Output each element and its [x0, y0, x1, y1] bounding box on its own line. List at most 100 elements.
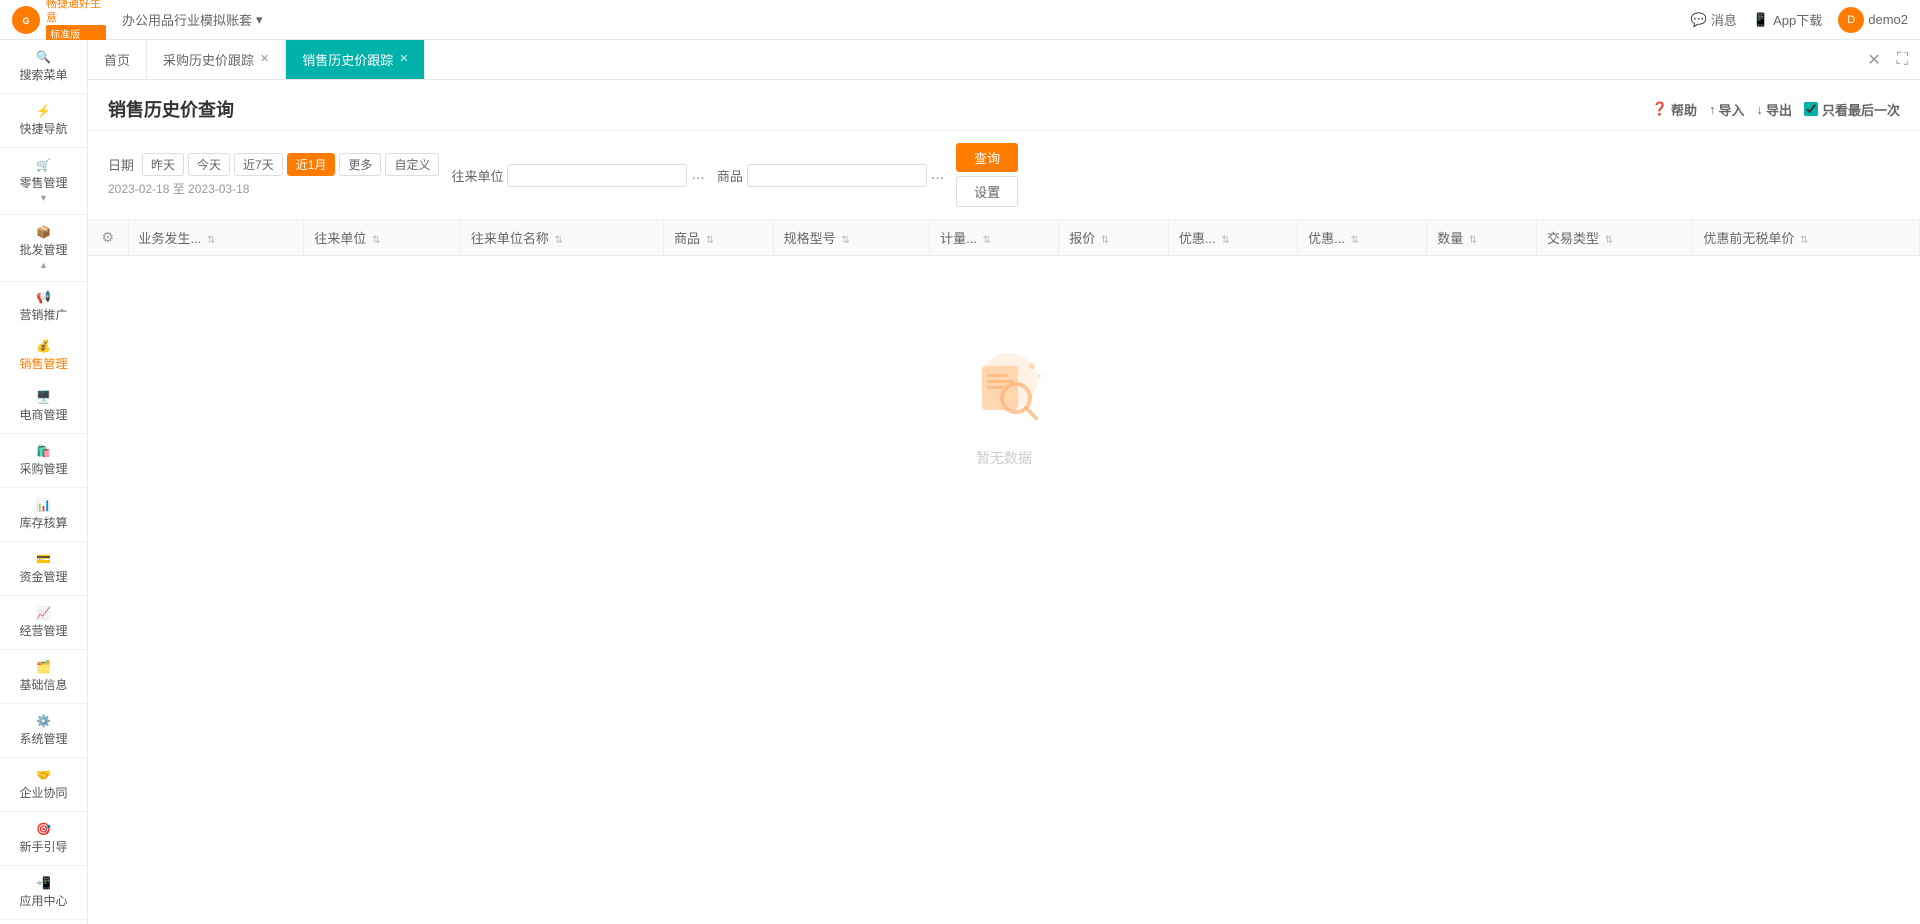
column-pre-tax-price[interactable]: 优惠前无税单价 ⇅ — [1693, 220, 1920, 256]
date-btn-custom[interactable]: 自定义 — [385, 153, 439, 176]
column-spec-sort-icon: ⇅ — [841, 235, 849, 246]
retail-icon: 🛒 — [36, 158, 51, 172]
retail-expand-icon: ▾ — [41, 193, 46, 204]
column-spec[interactable]: 规格型号 ⇅ — [773, 220, 929, 256]
empty-state-icon — [954, 336, 1054, 436]
date-btn-1month[interactable]: 近1月 — [287, 153, 336, 176]
column-unit[interactable]: 计量... ⇅ — [930, 220, 1059, 256]
workspace-selector[interactable]: 办公用品行业模拟账套 ▾ — [114, 6, 271, 33]
sidebar-item-inventory[interactable]: 📊 库存核算 — [0, 488, 87, 542]
sidebar-item-system[interactable]: ⚙️ 系统管理 — [0, 704, 87, 758]
column-pre-tax-price-label: 优惠前无税单价 — [1703, 231, 1794, 246]
app-download-icon: 📱 — [1753, 12, 1769, 28]
import-btn[interactable]: ↑ 导入 — [1709, 100, 1745, 119]
settings-button[interactable]: 设置 — [956, 176, 1018, 207]
goods-filter-dots[interactable]: ... — [931, 166, 944, 184]
system-icon: ⚙️ — [36, 714, 51, 728]
goods-filter-label: 商品 — [717, 166, 743, 185]
sidebar-label-purchase: 采购管理 — [19, 460, 67, 477]
search-button[interactable]: 查询 — [956, 143, 1018, 172]
sidebar-label-inventory: 库存核算 — [19, 514, 67, 531]
column-quantity[interactable]: 数量 ⇅ — [1427, 220, 1537, 256]
finance-icon: 💳 — [36, 552, 51, 566]
page-content: 销售历史价查询 ❓ 帮助 ↑ 导入 ↓ 导出 — [88, 80, 1920, 924]
basic-icon: 🗂️ — [36, 660, 51, 674]
date-btn-7days[interactable]: 近7天 — [234, 153, 283, 176]
app-download-btn[interactable]: 📱 App下载 — [1753, 10, 1822, 29]
column-unit-label: 计量... — [940, 231, 977, 246]
column-quote[interactable]: 报价 ⇅ — [1059, 220, 1169, 256]
sidebar-item-enterprise-coop[interactable]: 🤝 企业协同 — [0, 758, 87, 812]
goods-filter-input[interactable] — [747, 164, 927, 187]
sidebar-item-finance[interactable]: 💳 资金管理 — [0, 542, 87, 596]
partner-filter-dots[interactable]: ... — [691, 166, 704, 184]
filter-buttons-group: 查询 设置 — [956, 143, 1018, 207]
sidebar-item-app-center[interactable]: 📲 应用中心 — [0, 866, 87, 920]
date-btn-more[interactable]: 更多 — [339, 153, 381, 176]
column-gear[interactable]: ⚙ — [88, 220, 128, 256]
sidebar-item-marketing[interactable]: 📢 营销推广 — [0, 282, 87, 331]
date-options: 昨天 今天 近7天 近1月 更多 自定义 — [142, 153, 439, 176]
app-name: 畅捷通好生意 — [46, 0, 106, 25]
search-icon: 🔍 — [36, 50, 51, 64]
import-icon: ↑ — [1709, 102, 1716, 117]
tab-close-all-btn[interactable]: ✕ — [1863, 46, 1884, 74]
tab-maximize-btn[interactable]: ⛶ — [1893, 47, 1912, 73]
sidebar-label-finance: 资金管理 — [19, 568, 67, 585]
user-menu-btn[interactable]: D demo2 — [1838, 7, 1908, 33]
export-btn[interactable]: ↓ 导出 — [1756, 100, 1792, 119]
app-logo-icon: G — [12, 6, 40, 34]
user-avatar: D — [1838, 7, 1864, 33]
view-last-checkbox[interactable] — [1804, 102, 1818, 116]
column-goods[interactable]: 商品 ⇅ — [663, 220, 773, 256]
tab-sales-history-close[interactable]: ✕ — [399, 54, 408, 65]
column-biz-date[interactable]: 业务发生... ⇅ — [128, 220, 304, 256]
sidebar-item-wholesale[interactable]: 📦 批发管理 ▴ — [0, 215, 87, 282]
table-wrap: ⚙ 业务发生... ⇅ 往来单位 ⇅ 往来单位名称 — [88, 220, 1920, 548]
column-discount2[interactable]: 优惠... ⇅ — [1298, 220, 1427, 256]
column-goods-sort-icon: ⇅ — [706, 235, 714, 246]
message-btn[interactable]: 💬 消息 — [1691, 10, 1737, 29]
column-partner-code[interactable]: 往来单位 ⇅ — [304, 220, 460, 256]
sidebar-item-ecommerce[interactable]: 🖥️ 电商管理 — [0, 380, 87, 434]
sidebar-item-enterprise-wx[interactable]: 💬 企业微信 — [0, 920, 87, 924]
sidebar-label-guide: 新手引导 — [19, 838, 67, 855]
help-label: 帮助 — [1671, 100, 1697, 119]
column-discount1-label: 优惠... — [1179, 231, 1216, 246]
sidebar-label-wholesale: 批发管理 — [19, 241, 67, 258]
tab-home[interactable]: 首页 — [88, 40, 147, 79]
sidebar-item-quick-nav[interactable]: ⚡ 快捷导航 — [0, 94, 87, 148]
svg-text:G: G — [22, 16, 29, 26]
help-btn[interactable]: ❓ 帮助 — [1652, 100, 1697, 119]
sidebar-label-marketing: 营销推广 — [19, 306, 67, 323]
partner-filter-input[interactable] — [507, 164, 687, 187]
sidebar-item-guide[interactable]: 🎯 新手引导 — [0, 812, 87, 866]
sales-icon: 💰 — [36, 339, 51, 353]
sidebar-item-search[interactable]: 🔍 搜索菜单 — [0, 40, 87, 94]
column-partner-name[interactable]: 往来单位名称 ⇅ — [460, 220, 663, 256]
inventory-icon: 📊 — [36, 498, 51, 512]
page-header: 销售历史价查询 ❓ 帮助 ↑ 导入 ↓ 导出 — [88, 80, 1920, 131]
column-trade-type[interactable]: 交易类型 ⇅ — [1536, 220, 1692, 256]
export-icon: ↓ — [1756, 102, 1763, 117]
sidebar-label-operations: 经营管理 — [19, 622, 67, 639]
sidebar-label-quick-nav: 快捷导航 — [19, 120, 67, 137]
date-btn-today[interactable]: 今天 — [188, 153, 230, 176]
sidebar-item-basic[interactable]: 🗂️ 基础信息 — [0, 650, 87, 704]
sidebar-item-purchase[interactable]: 🛍️ 采购管理 — [0, 434, 87, 488]
sidebar-item-retail[interactable]: 🛒 零售管理 ▾ — [0, 148, 87, 215]
column-settings-icon[interactable]: ⚙ — [101, 229, 114, 245]
tab-purchase-history[interactable]: 采购历史价跟踪 ✕ — [147, 40, 286, 79]
date-btn-yesterday[interactable]: 昨天 — [142, 153, 184, 176]
tab-sales-history[interactable]: 销售历史价跟踪 ✕ — [286, 40, 425, 79]
column-spec-label: 规格型号 — [784, 231, 836, 246]
column-discount1[interactable]: 优惠... ⇅ — [1168, 220, 1297, 256]
sidebar-item-sales[interactable]: 💰 销售管理 — [0, 331, 87, 380]
view-last-label[interactable]: 只看最后一次 — [1804, 100, 1900, 119]
tab-sales-history-label: 销售历史价跟踪 — [302, 50, 393, 69]
column-partner-name-sort-icon: ⇅ — [554, 235, 562, 246]
filter-date-group: 日期 昨天 今天 近7天 近1月 更多 自定义 2023-02-18 至 202… — [108, 153, 439, 197]
sidebar-item-operations[interactable]: 📈 经营管理 — [0, 596, 87, 650]
tab-purchase-history-close[interactable]: ✕ — [260, 54, 269, 65]
content-area: 首页 采购历史价跟踪 ✕ 销售历史价跟踪 ✕ ✕ ⛶ 销售历史价查询 — [88, 40, 1920, 924]
